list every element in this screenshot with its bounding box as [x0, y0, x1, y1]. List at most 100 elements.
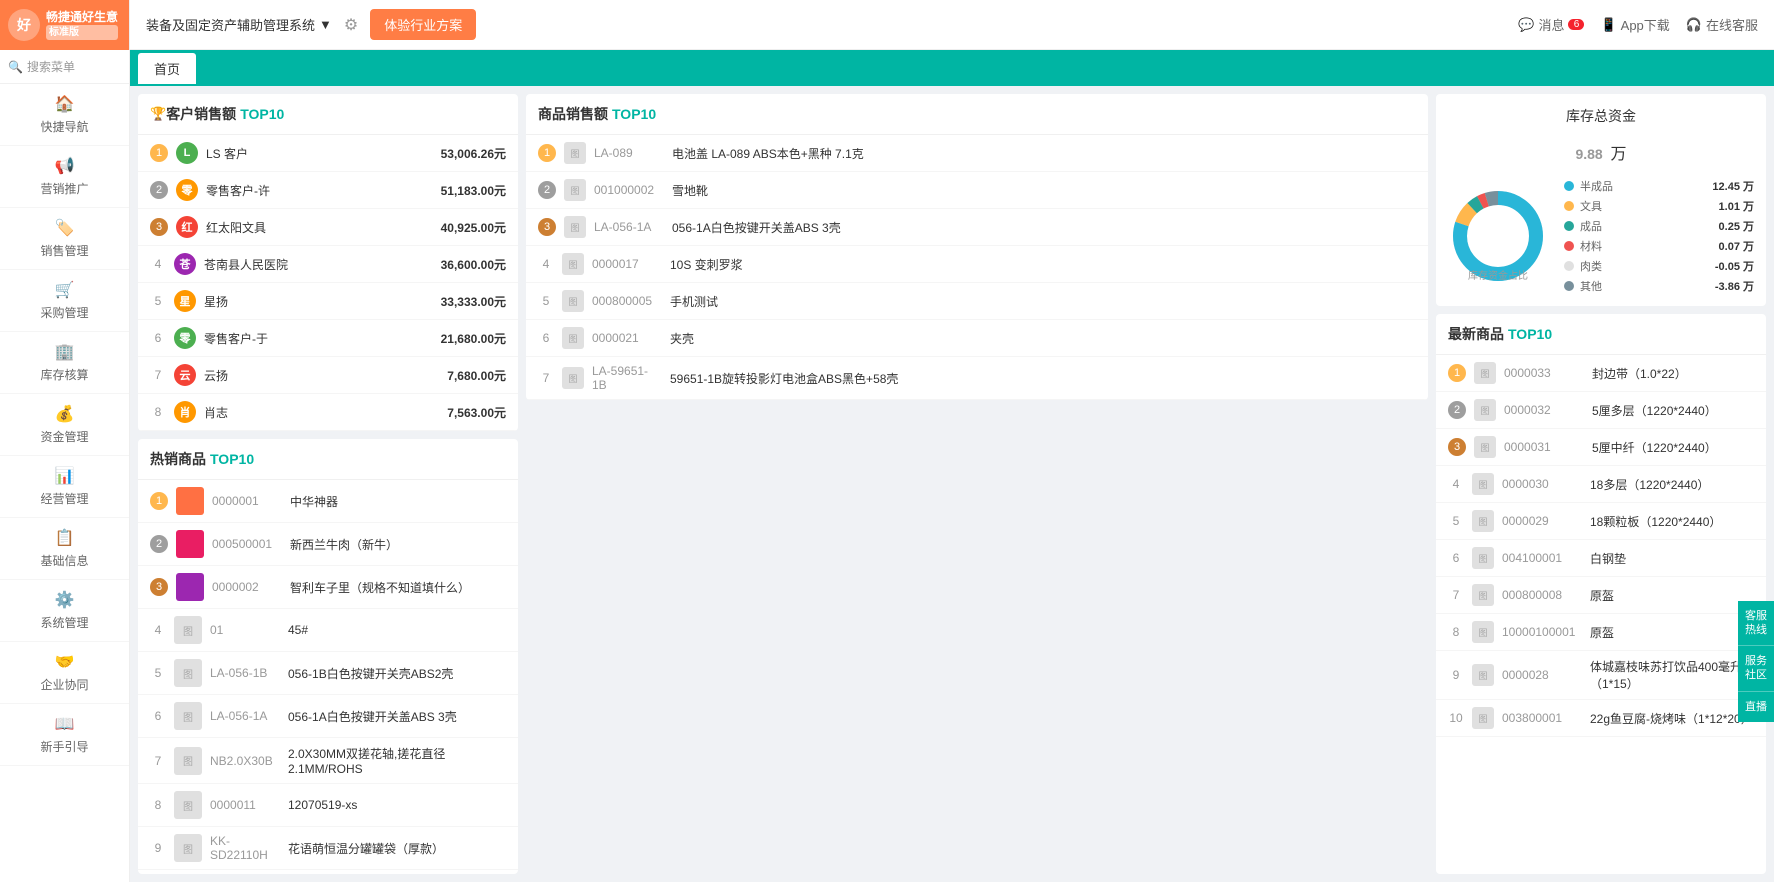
- product-name: 5厘中纤（1220*2440）: [1592, 439, 1754, 456]
- sidebar-item-inventory[interactable]: 🏢库存核算: [0, 332, 129, 394]
- product-image: 图: [174, 747, 202, 775]
- app-download-btn[interactable]: 📱 App下载: [1600, 15, 1669, 34]
- trophy-icon: 🏆: [150, 106, 166, 122]
- customer-rank-row: 4苍苍南县人民医院36,600.00元: [138, 246, 518, 283]
- customer-amount: 36,600.00元: [441, 256, 506, 273]
- nav-icon-guide: 📖: [55, 714, 75, 734]
- customer-name: 零售客户-许: [206, 182, 433, 199]
- nav-label-sales: 销售管理: [40, 242, 88, 259]
- sidebar-item-system[interactable]: ⚙️系统管理: [0, 580, 129, 642]
- rank-num: 7: [538, 371, 554, 385]
- product-name: 59651-1B旋转投影灯电池盒ABS黑色+58壳: [670, 370, 1416, 387]
- product-image: [176, 487, 204, 515]
- sidebar-item-marketing[interactable]: 📢营销推广: [0, 146, 129, 208]
- product-name: 雪地靴: [672, 182, 1416, 199]
- customer-name: 肖志: [204, 404, 439, 421]
- product-name: 056-1A白色按键开关盖ABS 3壳: [288, 708, 506, 725]
- legend-item: 材料0.07 万: [1564, 238, 1754, 254]
- product-image: 图: [562, 253, 584, 275]
- notification-btn[interactable]: 💬 消息 6: [1518, 15, 1584, 34]
- hot-products-list: 10000001中华神器2000500001新西兰牛肉（新牛）30000002智…: [138, 480, 518, 874]
- product-name: 体城嘉枝味苏打饮品400毫升（1*15）: [1590, 658, 1754, 692]
- bell-icon: 💬: [1518, 17, 1534, 33]
- product-code: 0000028: [1502, 668, 1582, 682]
- legend-label: 半成品: [1580, 178, 1706, 194]
- legend-item: 成品0.25 万: [1564, 218, 1754, 234]
- rank-num: 9: [150, 841, 166, 855]
- tab-home[interactable]: 首页: [138, 53, 196, 84]
- avatar: L: [176, 142, 198, 164]
- sidebar-item-operations[interactable]: 📊经营管理: [0, 456, 129, 518]
- product-code: 10000100001: [1502, 625, 1582, 639]
- system-title[interactable]: 装备及固定资产辅助管理系统 ▼: [146, 15, 332, 34]
- product-code: 0000032: [1504, 403, 1584, 417]
- logo-text: 畅捷通好生意 标准版: [46, 10, 118, 41]
- product-name: 2.0X30MM双搓花轴,搓花直径2.1MM/ROHS: [288, 745, 506, 776]
- float-buttons: 客服 热线服务 社区直播: [1738, 601, 1774, 722]
- product-sales-row: 7图LA-59651-1B59651-1B旋转投影灯电池盒ABS黑色+58壳: [526, 357, 1428, 400]
- customer-rank-card: 🏆 客户销售额 TOP10 1LLS 客户53,006.26元2零零售客户-许5…: [138, 94, 518, 431]
- customer-name: 苍南县人民医院: [204, 256, 433, 273]
- legend-value: 0.07 万: [1719, 238, 1754, 254]
- sidebar-item-quick-nav[interactable]: 🏠快捷导航: [0, 84, 129, 146]
- search-menu[interactable]: 🔍 搜索菜单: [0, 50, 129, 84]
- product-sales-row: 1图LA-089电池盖 LA-089 ABS本色+黑种 7.1克: [526, 135, 1428, 172]
- product-image: 图: [562, 327, 584, 349]
- notification-badge: 6: [1568, 19, 1584, 30]
- product-name: 中华神器: [290, 493, 506, 510]
- product-image: 图: [562, 367, 584, 389]
- hot-product-row: 10000001中华神器: [138, 480, 518, 523]
- sidebar-item-sales[interactable]: 🏷️销售管理: [0, 208, 129, 270]
- legend-item: 肉类-0.05 万: [1564, 258, 1754, 274]
- product-image: 图: [562, 290, 584, 312]
- nav-label-basic-info: 基础信息: [40, 552, 88, 569]
- rank-num: 4: [1448, 477, 1464, 491]
- hot-products-header: 热销商品 TOP10: [138, 439, 518, 480]
- logo-icon: 好: [8, 9, 40, 41]
- float-btn-customer-service[interactable]: 客服 热线: [1738, 601, 1774, 647]
- customer-name: 红太阳文具: [206, 219, 433, 236]
- sidebar-item-finance[interactable]: 💰资金管理: [0, 394, 129, 456]
- nav-icon-marketing: 📢: [55, 156, 75, 176]
- sidebar-item-purchase[interactable]: 🛒采购管理: [0, 270, 129, 332]
- product-sales-row: 6图0000021夹壳: [526, 320, 1428, 357]
- donut-chart: 库存资金占比: [1448, 186, 1548, 286]
- nav-icon-operations: 📊: [55, 466, 75, 486]
- product-code: 000500001: [212, 537, 282, 551]
- float-btn-direct[interactable]: 直播: [1738, 692, 1774, 722]
- rank-medal: 3: [1448, 438, 1466, 456]
- chart-subtitle: 库存资金占比: [1448, 267, 1548, 282]
- product-image: 图: [1472, 547, 1494, 569]
- product-sales-badge: TOP10: [612, 106, 656, 122]
- online-service-btn[interactable]: 🎧 在线客服: [1686, 15, 1758, 34]
- product-name: 056-1B白色按键开关壳ABS2壳: [288, 665, 506, 682]
- product-name: 18多层（1220*2440）: [1590, 476, 1754, 493]
- rank-num: 6: [150, 709, 166, 723]
- sidebar-item-basic-info[interactable]: 📋基础信息: [0, 518, 129, 580]
- product-name: 电池盖 LA-089 ABS本色+黑种 7.1克: [672, 145, 1416, 162]
- customer-rank-title: 客户销售额: [166, 104, 236, 124]
- nav-label-guide: 新手引导: [40, 738, 88, 755]
- middle-panel: 商品销售额 TOP10 1图LA-089电池盖 LA-089 ABS本色+黑种 …: [526, 94, 1428, 874]
- hot-products-title: 热销商品: [150, 449, 206, 469]
- settings-icon[interactable]: ⚙: [344, 15, 358, 35]
- sidebar-item-cooperation[interactable]: 🤝企业协同: [0, 642, 129, 704]
- avatar: 零: [174, 327, 196, 349]
- sidebar: 好 畅捷通好生意 标准版 🔍 搜索菜单 🏠快捷导航📢营销推广🏷️销售管理🛒采购管…: [0, 0, 130, 882]
- chart-area: 库存资金占比 半成品12.45 万文具1.01 万成品0.25 万材料0.07 …: [1448, 178, 1754, 294]
- avatar: 苍: [174, 253, 196, 275]
- customer-rank-row: 7云云扬7,680.00元: [138, 357, 518, 394]
- try-industry-btn[interactable]: 体验行业方案: [370, 9, 476, 40]
- product-code: 0000001: [212, 494, 282, 508]
- sidebar-item-guide[interactable]: 📖 新手引导: [0, 704, 129, 766]
- product-image: 图: [564, 142, 586, 164]
- online-service-label: 在线客服: [1706, 15, 1758, 34]
- product-code: 0000029: [1502, 514, 1582, 528]
- hot-product-row: 6图LA-056-1A056-1A白色按键开关盖ABS 3壳: [138, 695, 518, 738]
- float-btn-service-community[interactable]: 服务 社区: [1738, 646, 1774, 692]
- sidebar-logo: 好 畅捷通好生意 标准版: [0, 0, 129, 50]
- avatar: 肖: [174, 401, 196, 423]
- customer-rank-header: 🏆 客户销售额 TOP10: [138, 94, 518, 135]
- topbar-right: 💬 消息 6 📱 App下载 🎧 在线客服: [1518, 15, 1758, 34]
- product-name: 原盔: [1590, 624, 1754, 641]
